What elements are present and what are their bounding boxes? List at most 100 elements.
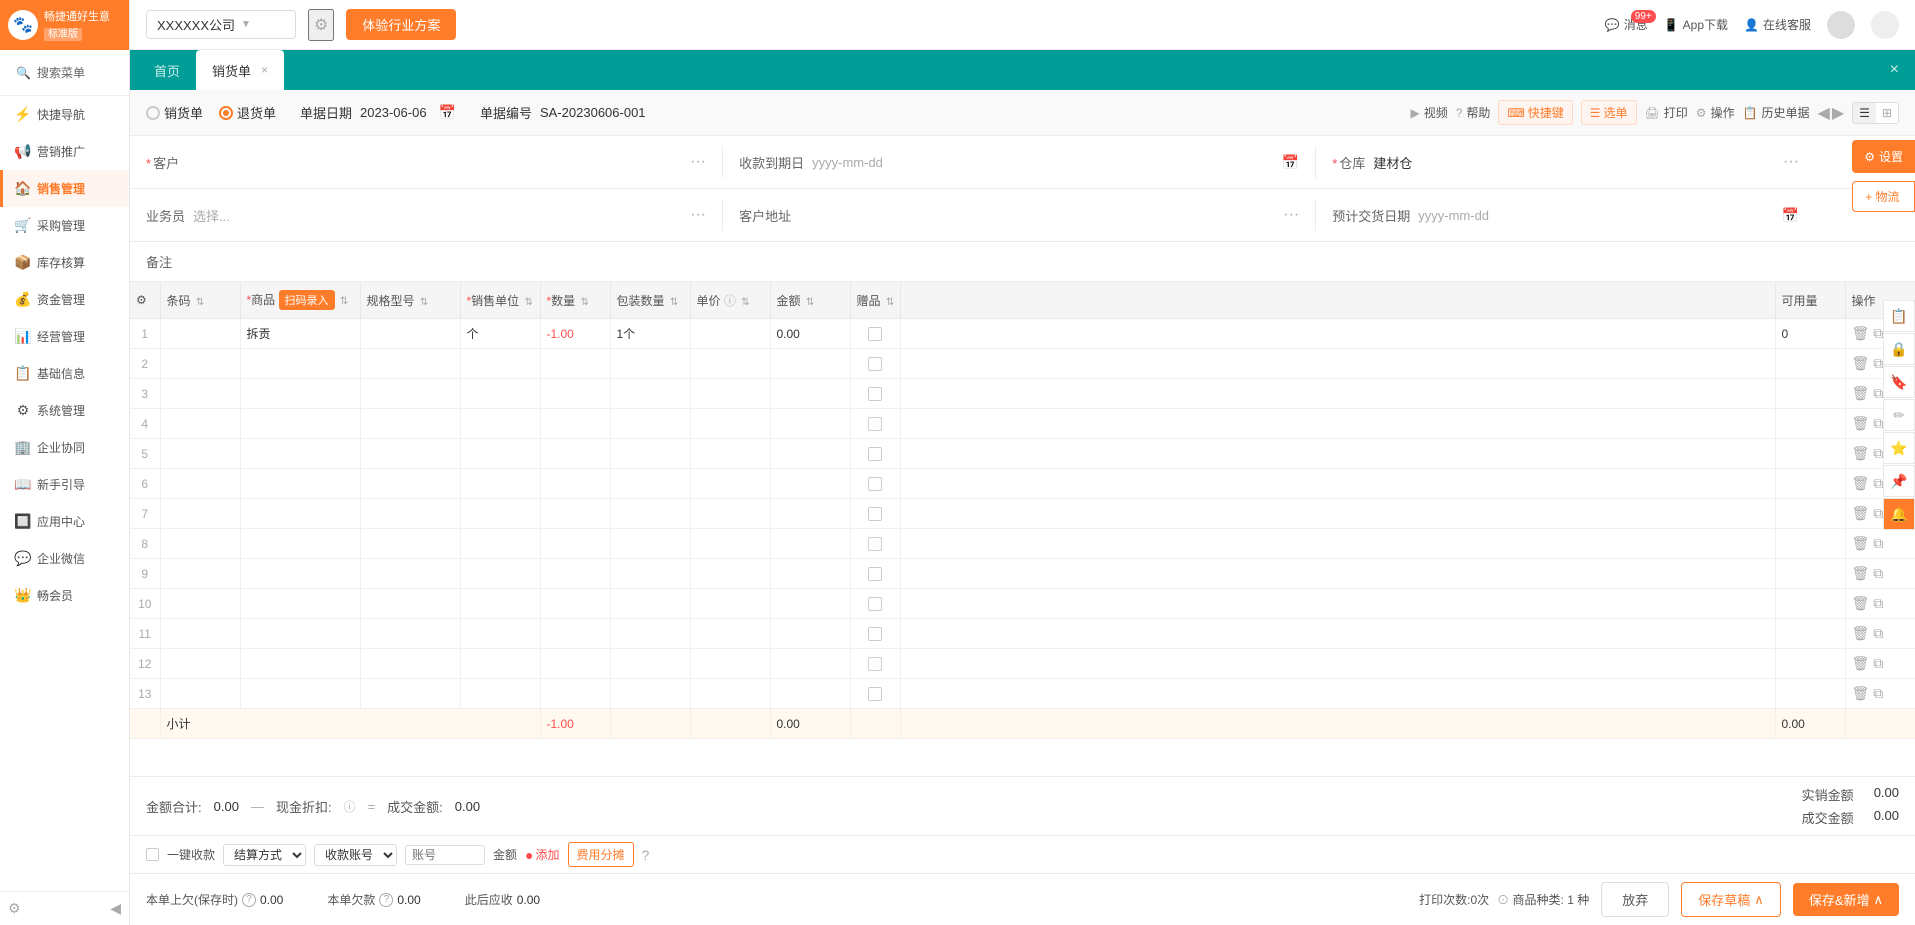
save-new-button[interactable]: 保存&新增 ∧ <box>1793 883 1899 916</box>
unit-sort-icon[interactable]: ⇅ <box>525 297 533 308</box>
video-action[interactable]: ▶ 视频 <box>1410 104 1447 121</box>
grid-view-btn[interactable]: ⊞ <box>1876 103 1898 123</box>
save-draft-button[interactable]: 保存草稿 ∧ <box>1681 882 1781 917</box>
user-avatar[interactable] <box>1827 11 1855 39</box>
copy-row-button[interactable]: ⧉ <box>1873 595 1883 612</box>
online-service-action[interactable]: 👤 在线客服 <box>1744 16 1811 33</box>
notes-value[interactable] <box>172 252 1899 271</box>
message-action[interactable]: 💬 消息 99+ <box>1605 16 1648 33</box>
row-qty-1[interactable]: -1.00 <box>540 319 610 349</box>
spec-sort-icon[interactable]: ⇅ <box>420 297 428 308</box>
delete-row-button[interactable]: 🗑 <box>1852 475 1870 492</box>
delete-row-button[interactable]: 🗑 <box>1852 415 1870 432</box>
sidebar-item-quick-nav[interactable]: ⚡ 快捷导航 <box>0 96 129 133</box>
row-gift-1[interactable] <box>850 319 901 349</box>
logistics-button[interactable]: + 物流 <box>1852 181 1915 212</box>
gift-checkbox[interactable] <box>868 507 882 521</box>
delete-row-button[interactable]: 🗑 <box>1852 625 1870 642</box>
history-action[interactable]: 📋 历史单据 <box>1743 104 1810 121</box>
delete-row-button[interactable]: 🗑 <box>1852 505 1870 522</box>
sidebar-item-apps[interactable]: 🔲 应用中心 <box>0 503 129 540</box>
copy-row-button[interactable]: ⧉ <box>1873 535 1883 552</box>
salesperson-dots[interactable]: ··· <box>690 206 706 224</box>
gift-checkbox[interactable] <box>868 357 882 371</box>
row-amount-1[interactable]: 0.00 <box>770 319 850 349</box>
collapse-icon[interactable]: ◀ <box>110 900 121 917</box>
prev-doc-icon[interactable]: ◀ <box>1818 103 1830 123</box>
expense-button[interactable]: 费用分摊 <box>568 842 634 867</box>
float-edit-btn[interactable]: ✏ <box>1883 399 1915 431</box>
settings-bottom-icon[interactable]: ⚙ <box>8 900 21 917</box>
row-product-1[interactable]: 拆贡 <box>240 319 360 349</box>
delete-row-button[interactable]: 🗑 <box>1852 685 1870 702</box>
select-btn[interactable]: ☰ 选单 <box>1581 100 1637 125</box>
sidebar-item-guide[interactable]: 📖 新手引导 <box>0 466 129 503</box>
barcode-sort-icon[interactable]: ⇅ <box>196 297 204 308</box>
radio-sale-order[interactable]: 销货单 <box>146 103 203 122</box>
row-price-1[interactable] <box>690 319 770 349</box>
gift-checkbox-1[interactable] <box>868 327 882 341</box>
next-doc-icon[interactable]: ▶ <box>1832 103 1844 123</box>
copy-row-button[interactable]: ⧉ <box>1873 505 1883 522</box>
gift-checkbox[interactable] <box>868 447 882 461</box>
copy-row-button[interactable]: ⧉ <box>1873 445 1883 462</box>
delete-row-button[interactable]: 🗑 <box>1852 655 1870 672</box>
sidebar-item-system[interactable]: ⚙ 系统管理 <box>0 392 129 429</box>
product-sort-icon[interactable]: ⇅ <box>340 296 348 307</box>
sidebar-item-inventory[interactable]: 📦 库存核算 <box>0 244 129 281</box>
settings-orange-button[interactable]: ⚙ 设置 <box>1852 140 1915 173</box>
gift-checkbox[interactable] <box>868 417 882 431</box>
copy-row-button[interactable]: ⧉ <box>1873 565 1883 582</box>
copy-row-button[interactable]: ⧉ <box>1873 655 1883 672</box>
app-download-action[interactable]: 📱 App下载 <box>1664 16 1728 33</box>
gift-checkbox[interactable] <box>868 567 882 581</box>
add-payment-button[interactable]: ● 添加 <box>525 846 559 863</box>
copy-row-button[interactable]: ⧉ <box>1873 685 1883 702</box>
customer-dots[interactable]: ··· <box>690 153 706 171</box>
shortcut-btn[interactable]: ⌨ 快捷键 <box>1498 100 1572 125</box>
gift-checkbox[interactable] <box>868 597 882 611</box>
user-avatar-2[interactable] <box>1871 11 1899 39</box>
operation-action[interactable]: ⚙ 操作 <box>1696 104 1735 121</box>
amount-sort-icon[interactable]: ⇅ <box>806 297 814 308</box>
print-action[interactable]: 🖨 打印 <box>1645 104 1688 121</box>
sidebar-item-sales[interactable]: 🏠 销售管理 <box>0 170 129 207</box>
delivery-date-calendar-icon[interactable]: 📅 <box>1782 207 1799 224</box>
company-selector[interactable]: XXXXXX公司 ▼ <box>146 10 296 39</box>
float-clipboard-btn[interactable]: 📋 <box>1883 300 1915 332</box>
payment-account-select[interactable]: 收款账号 <box>314 844 397 866</box>
list-view-btn[interactable]: ☰ <box>1853 103 1876 123</box>
delete-row-button[interactable]: 🗑 <box>1852 385 1870 402</box>
tab-sales-order[interactable]: 销货单 × <box>196 50 284 90</box>
pkgqty-sort-icon[interactable]: ⇅ <box>670 297 678 308</box>
th-settings[interactable]: ⚙ <box>130 282 160 319</box>
scan-button[interactable]: 扫码录入 <box>279 290 335 310</box>
copy-row-button[interactable]: ⧉ <box>1873 415 1883 432</box>
row-pkgqty-1[interactable]: 1个 <box>610 319 690 349</box>
sidebar-item-purchase[interactable]: 🛒 采购管理 <box>0 207 129 244</box>
sidebar-item-wechat[interactable]: 💬 企业微信 <box>0 540 129 577</box>
sidebar-item-member[interactable]: 👑 畅会员 <box>0 577 129 614</box>
row-barcode-1[interactable] <box>160 319 240 349</box>
tab-home[interactable]: 首页 <box>138 50 196 90</box>
gift-checkbox[interactable] <box>868 387 882 401</box>
warehouse-dots[interactable]: ··· <box>1783 153 1799 171</box>
tab-bar-close-icon[interactable]: × <box>1882 57 1907 83</box>
delete-row-button[interactable]: 🗑 <box>1852 595 1870 612</box>
gift-checkbox[interactable] <box>868 477 882 491</box>
payment-method-select[interactable]: 结算方式 <box>223 844 306 866</box>
float-notification-btn[interactable]: 🔔 <box>1883 498 1915 530</box>
date-calendar-icon[interactable]: 📅 <box>439 104 456 121</box>
copy-row-button[interactable]: ⧉ <box>1873 355 1883 372</box>
gift-checkbox[interactable] <box>868 537 882 551</box>
payment-help-icon[interactable]: ? <box>642 847 650 863</box>
help-action[interactable]: ? 帮助 <box>1456 104 1491 121</box>
radio-return-order[interactable]: 退货单 <box>219 103 276 122</box>
abandon-button[interactable]: 放弃 <box>1601 882 1669 917</box>
float-star-btn[interactable]: ⭐ <box>1883 432 1915 464</box>
one-click-checkbox[interactable] <box>146 848 159 861</box>
delete-row-button[interactable]: 🗑 <box>1852 355 1870 372</box>
copy-row-1-button[interactable]: ⧉ <box>1873 325 1883 342</box>
gift-checkbox[interactable] <box>868 657 882 671</box>
delete-row-button[interactable]: 🗑 <box>1852 445 1870 462</box>
